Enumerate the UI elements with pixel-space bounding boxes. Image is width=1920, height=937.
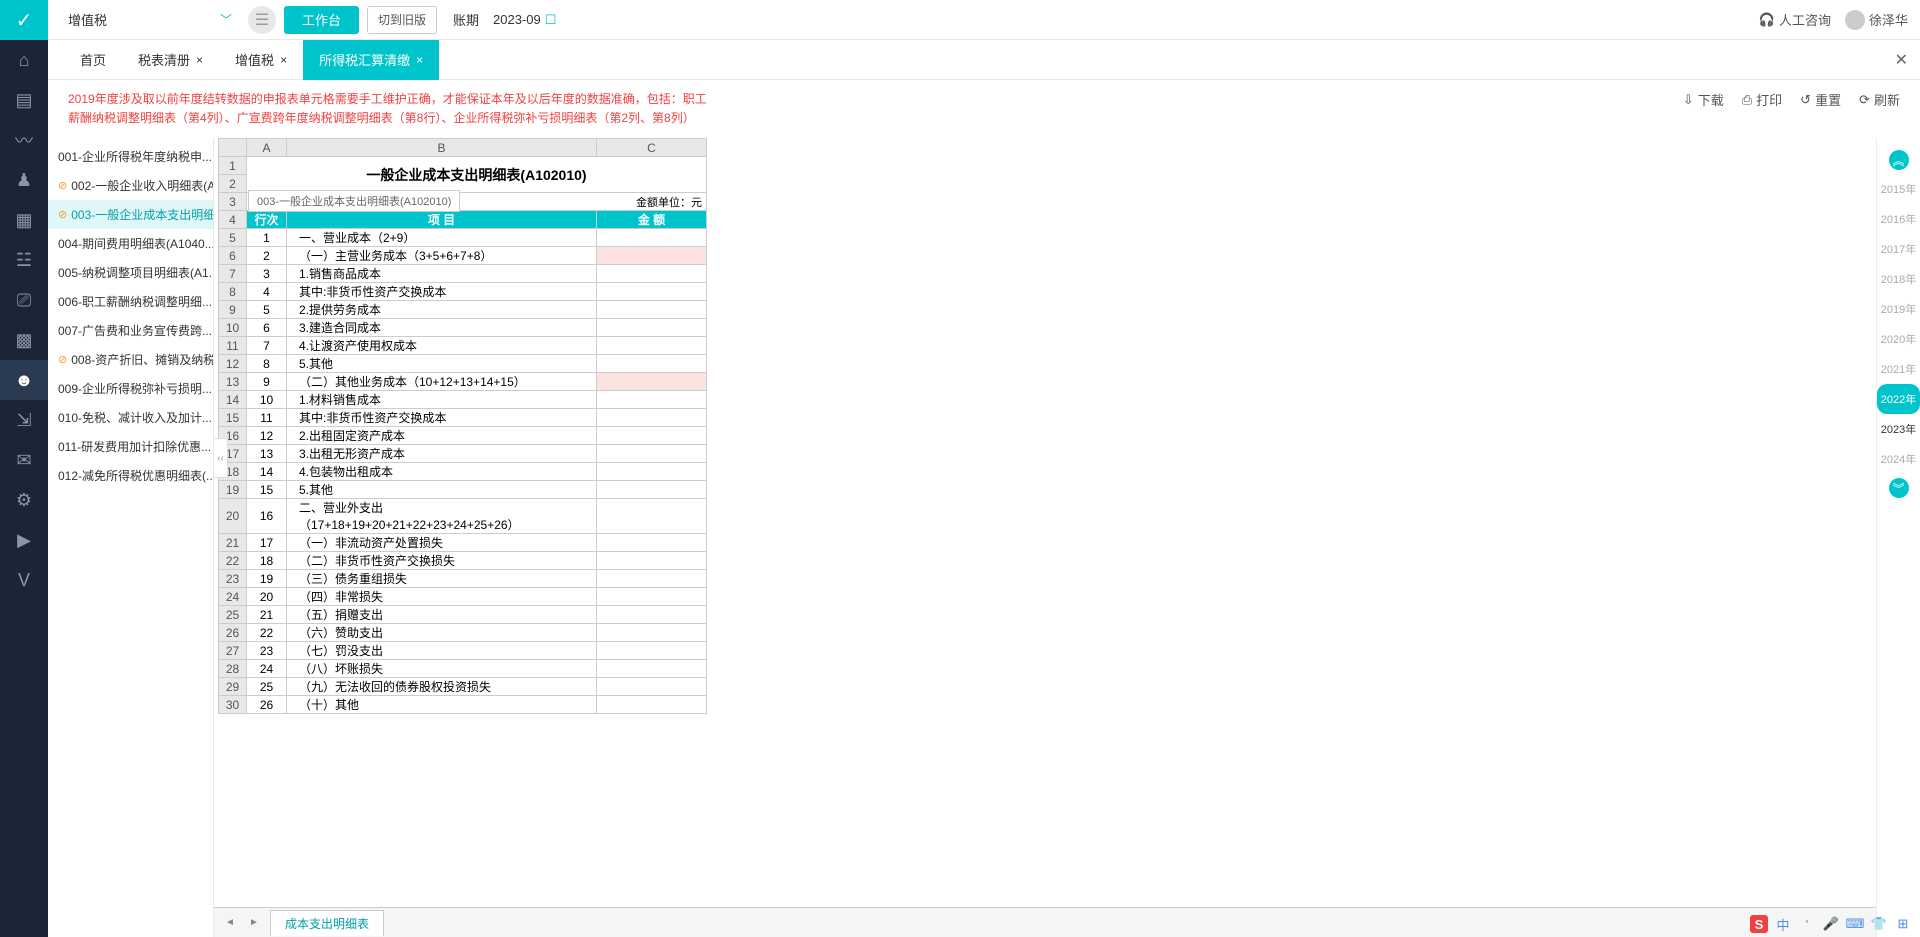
tab-3[interactable]: 所得税汇算清缴× <box>303 40 439 80</box>
form-item-10[interactable]: 011-研发费用加计扣除优惠... <box>48 432 213 461</box>
calendar-icon: ☐ <box>545 12 557 28</box>
nav-v-icon[interactable]: V <box>0 560 48 600</box>
year-2022年[interactable]: 2022年 <box>1877 384 1920 414</box>
avatar <box>1845 10 1865 30</box>
year-2024年[interactable]: 2024年 <box>1877 444 1920 474</box>
tab-2[interactable]: 增值税× <box>219 40 303 80</box>
form-list: 001-企业所得税年度纳税申...⊘002-一般企业收入明细表(A...⊘003… <box>48 138 214 937</box>
cell-name-box: 003-一般企业成本支出明细表(A102010) <box>248 190 460 212</box>
close-icon[interactable]: × <box>280 53 287 67</box>
note-button[interactable]: ☰ <box>248 6 276 34</box>
year-down-icon[interactable]: ︾ <box>1889 478 1909 498</box>
refresh-button[interactable]: ⟳刷新 <box>1859 90 1900 109</box>
nav-export-icon[interactable]: ⇲ <box>0 400 48 440</box>
year-2019年[interactable]: 2019年 <box>1877 294 1920 324</box>
app-logo: ✓ <box>0 0 48 40</box>
ime-mic-icon[interactable]: 🎤 <box>1822 915 1840 933</box>
download-button[interactable]: ⇩下载 <box>1683 90 1724 109</box>
period-label: 账期 <box>453 10 479 29</box>
form-item-11[interactable]: 012-减免所得税优惠明细表(... <box>48 461 213 490</box>
year-up-icon[interactable]: ︽ <box>1889 150 1909 170</box>
ime-tool-icon[interactable]: ⊞ <box>1894 915 1912 933</box>
sheet-next-icon[interactable]: ► <box>246 917 262 928</box>
nav-bag-icon[interactable]: ♟ <box>0 160 48 200</box>
nav-settings-icon[interactable]: ⚙ <box>0 480 48 520</box>
warn-icon: ⊘ <box>58 353 67 366</box>
ime-logo-icon[interactable]: S <box>1750 915 1768 933</box>
nav-inbox-icon[interactable]: ✉ <box>0 440 48 480</box>
workspace-button[interactable]: 工作台 <box>284 6 359 34</box>
nav-doc-icon[interactable]: ▤ <box>0 80 48 120</box>
form-item-7[interactable]: ⊘008-资产折旧、摊销及纳税... <box>48 345 213 374</box>
form-item-5[interactable]: 006-职工薪酬纳税调整明细... <box>48 287 213 316</box>
ime-lang-icon[interactable]: 中 <box>1774 915 1792 933</box>
year-2021年[interactable]: 2021年 <box>1877 354 1920 384</box>
warn-icon: ⊘ <box>58 179 67 192</box>
download-icon: ⇩ <box>1683 92 1694 108</box>
spreadsheet-area[interactable]: 003-一般企业成本支出明细表(A102010) ABC1一般企业成本支出明细表… <box>214 138 1920 907</box>
year-2023年[interactable]: 2023年 <box>1877 414 1920 444</box>
tax-type-select[interactable]: 增值税 ﹀ <box>60 6 240 34</box>
tab-1[interactable]: 税表清册× <box>122 40 219 80</box>
nav-form-icon[interactable]: ⎚ <box>0 280 48 320</box>
page-tabs: 首页税表清册×增值税×所得税汇算清缴× ✕ <box>48 40 1920 80</box>
nav-grid-icon[interactable]: ▩ <box>0 320 48 360</box>
year-2020年[interactable]: 2020年 <box>1877 324 1920 354</box>
year-2015年[interactable]: 2015年 <box>1877 174 1920 204</box>
nav-video-icon[interactable]: ▶ <box>0 520 48 560</box>
year-2017年[interactable]: 2017年 <box>1877 234 1920 264</box>
form-item-9[interactable]: 010-免税、减计收入及加计... <box>48 403 213 432</box>
form-item-3[interactable]: 004-期间费用明细表(A1040... <box>48 229 213 258</box>
user-menu[interactable]: 徐泽华 <box>1845 10 1908 30</box>
year-2016年[interactable]: 2016年 <box>1877 204 1920 234</box>
nav-list-icon[interactable]: ▦ <box>0 200 48 240</box>
sheet-prev-icon[interactable]: ◄ <box>222 917 238 928</box>
refresh-icon: ⟳ <box>1859 92 1870 108</box>
ime-bar: S 中 ' 🎤 ⌨ 👕 ⊞ <box>1750 915 1912 933</box>
form-item-4[interactable]: 005-纳税调整项目明细表(A1... <box>48 258 213 287</box>
collapse-handle[interactable]: ‹‹ <box>214 438 228 478</box>
form-item-1[interactable]: ⊘002-一般企业收入明细表(A... <box>48 171 213 200</box>
year-rail: ︽ 2015年2016年2017年2018年2019年2020年2021年202… <box>1876 138 1920 937</box>
form-item-6[interactable]: 007-广告费和业务宣传费跨... <box>48 316 213 345</box>
print-icon: ⎙ <box>1742 92 1752 108</box>
tab-0[interactable]: 首页 <box>64 40 122 80</box>
year-2018年[interactable]: 2018年 <box>1877 264 1920 294</box>
form-item-0[interactable]: 001-企业所得税年度纳税申... <box>48 142 213 171</box>
nav-chart-icon[interactable]: 〰 <box>0 120 48 160</box>
form-item-8[interactable]: 009-企业所得税弥补亏损明... <box>48 374 213 403</box>
warn-icon: ⊘ <box>58 208 67 221</box>
switch-old-button[interactable]: 切到旧版 <box>367 6 437 34</box>
sheet-tab[interactable]: 成本支出明细表 <box>270 910 384 936</box>
nav-tax-icon[interactable]: ☻ <box>0 360 48 400</box>
chevron-down-icon: ﹀ <box>220 11 232 28</box>
period-picker[interactable]: 2023-09 ☐ <box>493 12 556 28</box>
nav-report-icon[interactable]: ☳ <box>0 240 48 280</box>
ime-keyboard-icon[interactable]: ⌨ <box>1846 915 1864 933</box>
nav-home-icon[interactable]: ⌂ <box>0 40 48 80</box>
consult-link[interactable]: 🎧 人工咨询 <box>1759 10 1831 29</box>
warning-text: 2019年度涉及取以前年度结转数据的申报表单元格需要手工维护正确，才能保证本年及… <box>68 90 718 128</box>
ime-punct-icon[interactable]: ' <box>1798 915 1816 933</box>
sheet-tabs: ◄ ► 成本支出明细表 <box>214 907 1920 937</box>
ime-skin-icon[interactable]: 👕 <box>1870 915 1888 933</box>
close-icon[interactable]: × <box>416 53 423 67</box>
close-icon[interactable]: × <box>196 53 203 67</box>
reset-icon: ↺ <box>1800 92 1811 108</box>
headset-icon: 🎧 <box>1759 12 1775 28</box>
left-nav: ✓ ⌂ ▤ 〰 ♟ ▦ ☳ ⎚ ▩ ☻ ⇲ ✉ ⚙ ▶ V <box>0 0 48 937</box>
form-item-2[interactable]: ⊘003-一般企业成本支出明细... <box>48 200 213 229</box>
reset-button[interactable]: ↺重置 <box>1800 90 1841 109</box>
print-button[interactable]: ⎙打印 <box>1742 90 1782 109</box>
close-all-tabs-icon[interactable]: ✕ <box>1895 50 1908 70</box>
topbar: 增值税 ﹀ ☰ 工作台 切到旧版 账期 2023-09 ☐ 🎧 人工咨询 徐泽华 <box>48 0 1920 40</box>
